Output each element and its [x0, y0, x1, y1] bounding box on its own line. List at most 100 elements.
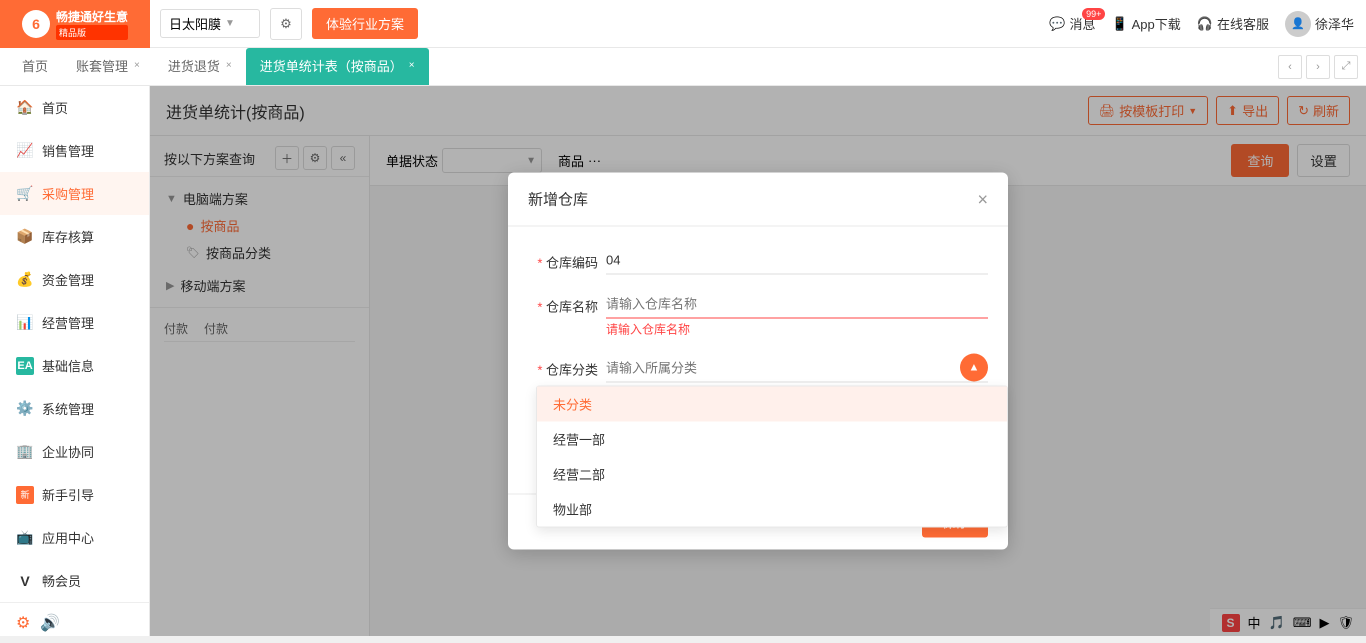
warehouse-code-label: 仓库编码 — [528, 247, 598, 272]
warehouse-name-field: 仓库名称 请输入仓库名称 — [528, 291, 988, 338]
tab-accounts[interactable]: 账套管理 × — [62, 48, 154, 85]
settings-bottom-icon[interactable]: ⚙ — [16, 613, 30, 633]
message-icon: 💬 — [1049, 16, 1065, 32]
warehouse-name-label: 仓库名称 — [528, 291, 598, 316]
warehouse-code-input-wrapper — [606, 247, 988, 275]
tab-purchase-return[interactable]: 进货退货 × — [154, 48, 246, 85]
content-area: 进货单统计(按商品) 🖨 按模板打印 ▼ ⬆ 导出 ↻ 刷新 — [150, 86, 1366, 636]
sidebar-item-guide-label: 新手引导 — [42, 485, 94, 504]
sidebar-item-operations[interactable]: 📊 经营管理 — [0, 301, 149, 344]
tab-purchase-stats-label: 进货单统计表（按商品） — [260, 56, 403, 75]
sidebar-item-system[interactable]: ⚙️ 系统管理 — [0, 387, 149, 430]
sidebar-item-operations-label: 经营管理 — [42, 313, 94, 332]
tab-purchase-stats[interactable]: 进货单统计表（按商品） × — [246, 48, 429, 85]
header-right: 💬 消息 99+ 📱 App下载 🎧 在线客服 👤 徐泽华 — [1049, 11, 1354, 37]
sidebar-item-basics[interactable]: EA 基础信息 — [0, 344, 149, 387]
sidebar-item-system-label: 系统管理 — [42, 399, 94, 418]
sidebar-item-member-label: 畅会员 — [42, 571, 81, 590]
sidebar-item-inventory-label: 库存核算 — [42, 227, 94, 246]
sidebar-item-enterprise-label: 企业协同 — [42, 442, 94, 461]
purchase-icon: 🛒 — [16, 185, 34, 203]
sidebar-item-sales-label: 销售管理 — [42, 141, 94, 160]
tab-home-label: 首页 — [22, 56, 48, 75]
sidebar-item-enterprise[interactable]: 🏢 企业协同 — [0, 430, 149, 473]
sidebar-item-member[interactable]: V 畅会员 — [0, 559, 149, 602]
tab-next-button[interactable]: › — [1306, 55, 1330, 79]
warehouse-code-input[interactable] — [606, 247, 988, 275]
gear-icon: ⚙ — [280, 16, 292, 32]
logo-icon: 6 — [22, 10, 50, 38]
avatar-icon: 👤 — [1291, 17, 1305, 30]
warehouse-category-input[interactable] — [606, 354, 960, 381]
dropdown-option-dept2[interactable]: 经营二部 — [537, 457, 1007, 492]
warehouse-name-input-wrapper: 请输入仓库名称 — [606, 291, 988, 338]
sidebar-item-appcenter[interactable]: 📺 应用中心 — [0, 516, 149, 559]
finance-icon: 💰 — [16, 271, 34, 289]
notification-item[interactable]: 💬 消息 99+ — [1049, 14, 1095, 33]
phone-icon: 📱 — [1111, 16, 1127, 32]
sidebar-item-basics-label: 基础信息 — [42, 356, 94, 375]
tab-actions: ‹ › ⤢ — [1278, 55, 1358, 79]
dropdown-option-uncategorized[interactable]: 未分类 — [537, 387, 1007, 422]
dropdown-option-dept1[interactable]: 经营一部 — [537, 422, 1007, 457]
sidebar-item-appcenter-label: 应用中心 — [42, 528, 94, 547]
appcenter-icon: 📺 — [16, 529, 34, 547]
top-header: 6 畅捷通好生意 精品版 日太阳膜 ▼ ⚙ 体验行业方案 💬 消息 99+ 📱 … — [0, 0, 1366, 48]
sidebar-item-home-label: 首页 — [42, 98, 68, 117]
sidebar: 🏠 首页 📈 销售管理 🛒 采购管理 📦 库存核算 💰 资金管理 📊 经营管理 … — [0, 86, 150, 636]
tab-expand-button[interactable]: ⤢ — [1334, 55, 1358, 79]
modal-header: 新增仓库 × — [508, 173, 1008, 227]
sidebar-item-sales[interactable]: 📈 销售管理 — [0, 129, 149, 172]
home-icon: 🏠 — [16, 99, 34, 117]
enterprise-icon: 🏢 — [16, 443, 34, 461]
sales-icon: 📈 — [16, 142, 34, 160]
warehouse-category-field: 仓库分类 ▲ 未分类 经营一部 经营二部 物业部 — [528, 354, 988, 383]
sidebar-item-purchase[interactable]: 🛒 采购管理 — [0, 172, 149, 215]
dropdown-toggle-button[interactable]: ▲ — [960, 354, 988, 382]
logo-badge: 精品版 — [56, 25, 128, 40]
modal-close-button[interactable]: × — [977, 190, 988, 208]
online-service-item[interactable]: 🎧 在线客服 — [1197, 14, 1269, 33]
warehouse-name-error: 请输入仓库名称 — [606, 321, 988, 338]
warehouse-name-input[interactable] — [606, 291, 988, 319]
sidebar-item-home[interactable]: 🏠 首页 — [0, 86, 149, 129]
basics-icon: EA — [16, 357, 34, 375]
warehouse-category-input-wrapper: ▲ 未分类 经营一部 经营二部 物业部 — [606, 354, 988, 383]
add-warehouse-modal: 新增仓库 × 仓库编码 仓库名称 请输入仓库名称 — [508, 173, 1008, 550]
tab-purchase-return-close[interactable]: × — [226, 60, 232, 71]
tab-accounts-label: 账套管理 — [76, 56, 128, 75]
operations-icon: 📊 — [16, 314, 34, 332]
modal-title: 新增仓库 — [528, 189, 588, 210]
notification-badge: 99+ — [1082, 8, 1105, 20]
inventory-icon: 📦 — [16, 228, 34, 246]
avatar: 👤 — [1285, 11, 1311, 37]
user-name: 徐泽华 — [1315, 14, 1354, 33]
dropdown-option-dept3[interactable]: 物业部 — [537, 492, 1007, 527]
tab-accounts-close[interactable]: × — [134, 60, 140, 71]
sidebar-item-inventory[interactable]: 📦 库存核算 — [0, 215, 149, 258]
guide-icon: 新 — [16, 486, 34, 504]
sidebar-item-finance[interactable]: 💰 资金管理 — [0, 258, 149, 301]
category-dropdown-list: 未分类 经营一部 经营二部 物业部 — [536, 386, 1008, 528]
app-download-item[interactable]: 📱 App下载 — [1111, 14, 1180, 33]
tab-home[interactable]: 首页 — [8, 48, 62, 85]
headset-icon: 🎧 — [1197, 16, 1213, 32]
trial-button[interactable]: 体验行业方案 — [312, 8, 418, 39]
settings-button[interactable]: ⚙ — [270, 8, 302, 40]
tab-prev-button[interactable]: ‹ — [1278, 55, 1302, 79]
warehouse-category-label: 仓库分类 — [528, 354, 598, 379]
tab-bar: 首页 账套管理 × 进货退货 × 进货单统计表（按商品） × ‹ › ⤢ — [0, 48, 1366, 86]
sidebar-item-guide[interactable]: 新 新手引导 — [0, 473, 149, 516]
sidebar-item-finance-label: 资金管理 — [42, 270, 94, 289]
warehouse-code-field: 仓库编码 — [528, 247, 988, 275]
system-icon: ⚙️ — [16, 400, 34, 418]
sidebar-item-purchase-label: 采购管理 — [42, 184, 94, 203]
tab-purchase-return-label: 进货退货 — [168, 56, 220, 75]
chevron-down-icon: ▼ — [225, 18, 235, 29]
volume-icon[interactable]: 🔊 — [40, 613, 60, 633]
store-name: 日太阳膜 — [169, 14, 221, 33]
store-selector[interactable]: 日太阳膜 ▼ — [160, 9, 260, 38]
user-info[interactable]: 👤 徐泽华 — [1285, 11, 1354, 37]
modal-body: 仓库编码 仓库名称 请输入仓库名称 仓库分类 — [508, 227, 1008, 494]
tab-purchase-stats-close[interactable]: × — [409, 60, 415, 71]
